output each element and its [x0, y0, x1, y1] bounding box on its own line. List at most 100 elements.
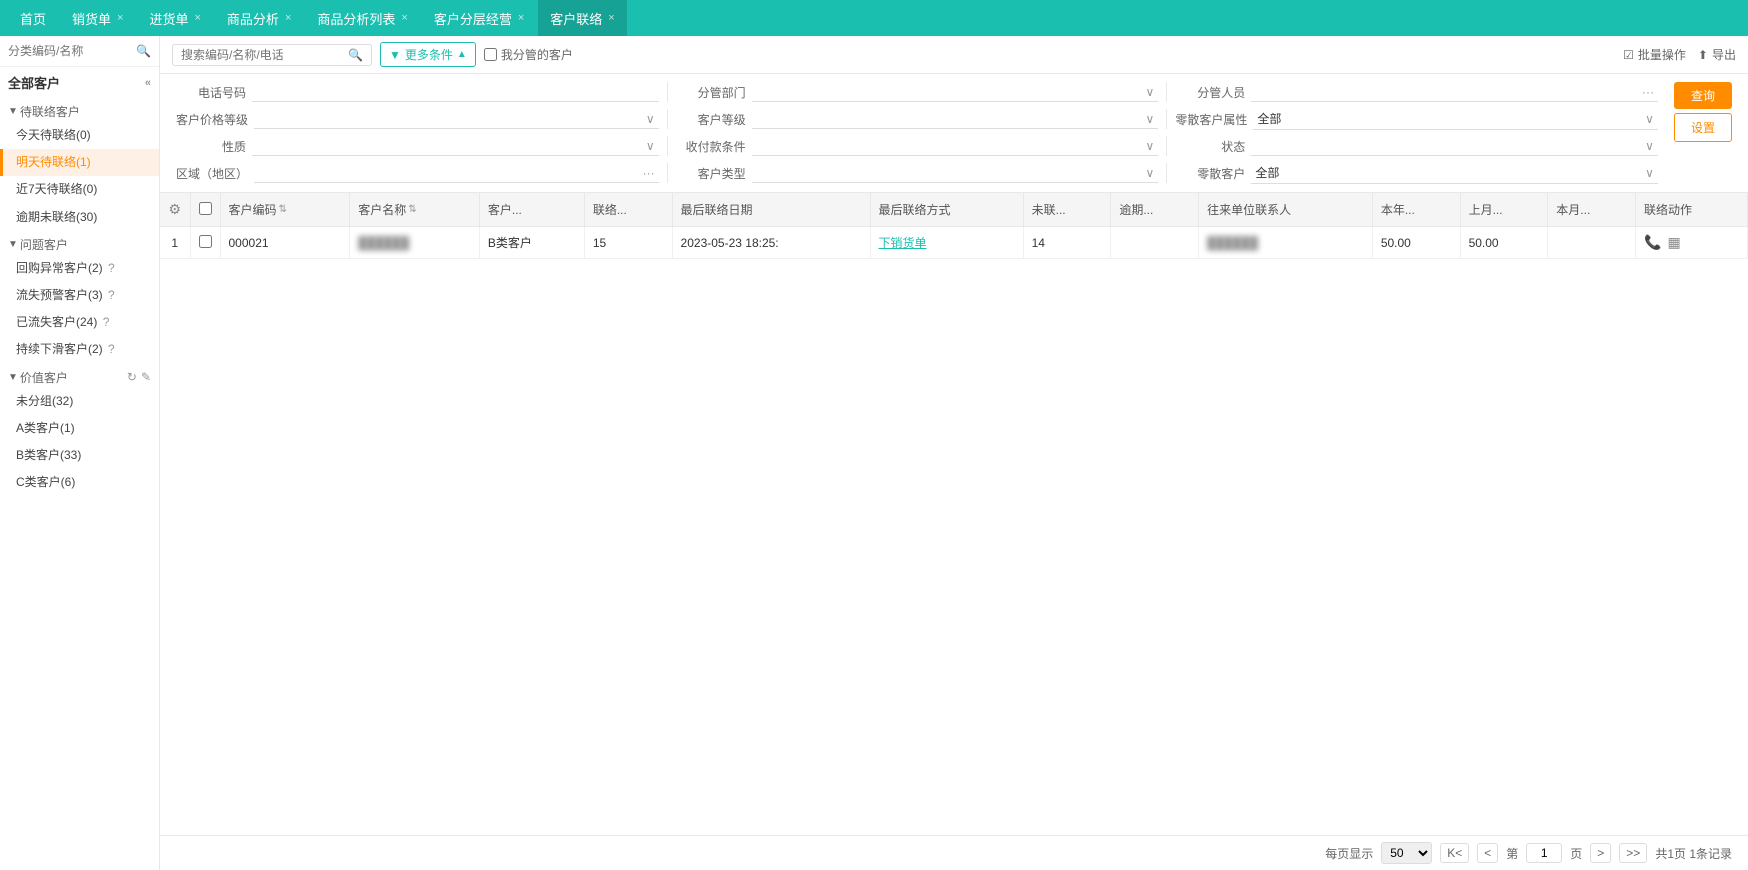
nav-sales[interactable]: 销货单 × — [60, 0, 135, 36]
problem-group-label: ▼ 问题客户 — [0, 231, 159, 255]
export-button[interactable]: ⬆ 导出 — [1698, 46, 1736, 63]
row-last-month-cell: 50.00 — [1460, 227, 1548, 259]
sidebar-item-churn-warning[interactable]: 流失预警客户(3) ? — [0, 282, 159, 309]
search-input[interactable] — [181, 48, 344, 62]
sidebar-item-churned[interactable]: 已流失客户(24) ? — [0, 309, 159, 336]
sidebar-item-ungrouped[interactable]: 未分组(32) — [0, 388, 159, 415]
row-code-cell: 000021 — [220, 227, 350, 259]
nav-home[interactable]: 首页 — [8, 0, 58, 36]
search-icon[interactable]: 🔍 — [348, 48, 363, 62]
nav-analysis-list[interactable]: 商品分析列表 × — [305, 0, 419, 36]
divider5 — [667, 136, 668, 156]
sidebar-item-tomorrow-pending[interactable]: 明天待联络(1) — [0, 149, 159, 176]
col-company-contact-header: 往来单位联系人 — [1199, 193, 1373, 227]
filter-nature-select[interactable]: ∨ — [252, 137, 659, 156]
row-last-contact-method-cell: 下销货单 — [870, 227, 1023, 259]
batch-ops-button[interactable]: ☑ 批量操作 — [1623, 46, 1686, 63]
select-all-checkbox[interactable] — [199, 202, 212, 215]
divider6 — [1166, 136, 1167, 156]
col-checkbox — [190, 193, 220, 227]
divider4 — [1166, 109, 1167, 129]
settings-button[interactable]: 设置 — [1674, 113, 1732, 142]
refresh-icon[interactable]: ↻ — [127, 370, 137, 384]
col-last-month-header: 上月... — [1460, 193, 1548, 227]
action-grid-icon[interactable]: ▦ — [1667, 234, 1680, 251]
query-button[interactable]: 查询 — [1674, 82, 1732, 109]
nav-purchase[interactable]: 进货单 × — [137, 0, 212, 36]
sidebar-item-class-a[interactable]: A类客户(1) — [0, 415, 159, 442]
value-group-label: ▼ 价值客户 ↻ ✎ — [0, 364, 159, 388]
sidebar-search-input[interactable] — [8, 44, 132, 58]
close-customer-tier-icon[interactable]: × — [518, 12, 524, 24]
filter-price-select[interactable]: ∨ — [254, 110, 659, 129]
nav-customer-contact[interactable]: 客户联络 × — [538, 0, 626, 36]
filter-manager-select[interactable]: ··· — [1251, 83, 1658, 102]
help-icon-4: ? — [108, 342, 115, 356]
filter-status-select[interactable]: ∨ — [1251, 137, 1658, 156]
sidebar-item-class-c[interactable]: C类客户(6) — [0, 469, 159, 496]
sidebar-item-declining[interactable]: 持续下滑客户(2) ? — [0, 336, 159, 363]
sidebar-item-overdue[interactable]: 逾期未联络(30) — [0, 204, 159, 231]
filter-payment-select[interactable]: ∨ — [752, 137, 1159, 156]
pending-group-label: ▼ 待联络客户 — [0, 98, 159, 122]
per-page-select[interactable]: 50 20 100 — [1381, 842, 1432, 864]
help-icon-3: ? — [103, 315, 110, 329]
close-customer-contact-icon[interactable]: × — [608, 12, 614, 24]
last-contact-method-link[interactable]: 下销货单 — [879, 236, 927, 250]
page-unit: 页 — [1570, 845, 1582, 862]
row-actions-cell: 📞 ▦ — [1636, 227, 1748, 259]
filter-row-3: 性质 ∨ 收付款条件 ∨ — [176, 136, 1658, 156]
customer-table: ⚙ 客户编码 ⇅ 客户名称 — [160, 193, 1748, 259]
filter-scatter-select[interactable]: 全部 ∨ — [1251, 162, 1658, 184]
filter-scatter: 零散客户 全部 ∨ — [1175, 162, 1658, 184]
page-label: 第 — [1506, 845, 1518, 862]
sort-code[interactable]: 客户编码 ⇅ — [229, 201, 287, 218]
row-num-cell: 1 — [160, 227, 190, 259]
checkbox-icon: ☑ — [1623, 48, 1634, 62]
action-phone-icon[interactable]: 📞 — [1644, 234, 1661, 251]
sidebar-item-today-pending[interactable]: 今天待联络(0) — [0, 122, 159, 149]
chevron-up-icon: ▲ — [457, 49, 467, 60]
row-checkbox[interactable] — [199, 235, 212, 248]
row-checkbox-cell — [190, 227, 220, 259]
last-page-button[interactable]: >> — [1619, 843, 1647, 863]
filter-dept-select[interactable]: ∨ — [752, 83, 1159, 102]
close-analysis-icon[interactable]: × — [285, 12, 291, 24]
table-row: 1 000021 ██████ B类客户 15 2023-05-23 18:25… — [160, 227, 1748, 259]
settings-gear-icon[interactable]: ⚙ — [168, 201, 181, 217]
first-page-button[interactable]: K< — [1440, 843, 1469, 863]
sidebar-item-repurchase-abnormal[interactable]: 回购异常客户(2) ? — [0, 255, 159, 282]
sidebar-item-class-b[interactable]: B类客户(33) — [0, 442, 159, 469]
nav-analysis[interactable]: 商品分析 × — [215, 0, 303, 36]
prev-page-button[interactable]: < — [1477, 843, 1498, 863]
help-icon-2: ? — [108, 288, 115, 302]
sidebar-item-week-pending[interactable]: 近7天待联络(0) — [0, 176, 159, 203]
sidebar-search-icon[interactable]: 🔍 — [136, 44, 151, 58]
more-filters-button[interactable]: ▼ 更多条件 ▲ — [380, 42, 476, 67]
sort-name[interactable]: 客户名称 ⇅ — [358, 201, 416, 218]
filter-region-select[interactable]: ··· — [254, 164, 659, 183]
row-company-contact-cell: ██████ — [1199, 227, 1373, 259]
table-body: 1 000021 ██████ B类客户 15 2023-05-23 18:25… — [160, 227, 1748, 259]
col-overdue-header: 逾期... — [1111, 193, 1199, 227]
close-sales-icon[interactable]: × — [117, 12, 123, 24]
filter-customer-type-select[interactable]: ∨ — [752, 164, 1159, 183]
close-analysis-list-icon[interactable]: × — [401, 12, 407, 24]
filter-customer-level-select[interactable]: ∨ — [752, 110, 1159, 129]
close-purchase-icon[interactable]: × — [194, 12, 200, 24]
edit-icon[interactable]: ✎ — [141, 370, 151, 384]
all-customers-title[interactable]: 全部客户 « — [0, 67, 159, 98]
filter-scatter-attr-select[interactable]: 全部 ∨ — [1253, 108, 1658, 130]
filter-phone: 电话号码 — [176, 83, 659, 102]
col-actions-header: 联络动作 — [1636, 193, 1748, 227]
col-name-header: 客户名称 ⇅ — [350, 193, 480, 227]
filter-row-1: 电话号码 分管部门 ∨ 分管人员 — [176, 82, 1658, 102]
next-page-button[interactable]: > — [1590, 843, 1611, 863]
nav-customer-tier[interactable]: 客户分层经营 × — [422, 0, 536, 36]
my-customers-checkbox[interactable] — [484, 48, 497, 61]
page-input[interactable] — [1526, 843, 1562, 863]
row-name-cell: ██████ — [350, 227, 480, 259]
row-customer-type-cell: B类客户 — [479, 227, 584, 259]
filter-phone-input[interactable] — [252, 83, 659, 102]
row-overdue-cell — [1111, 227, 1199, 259]
